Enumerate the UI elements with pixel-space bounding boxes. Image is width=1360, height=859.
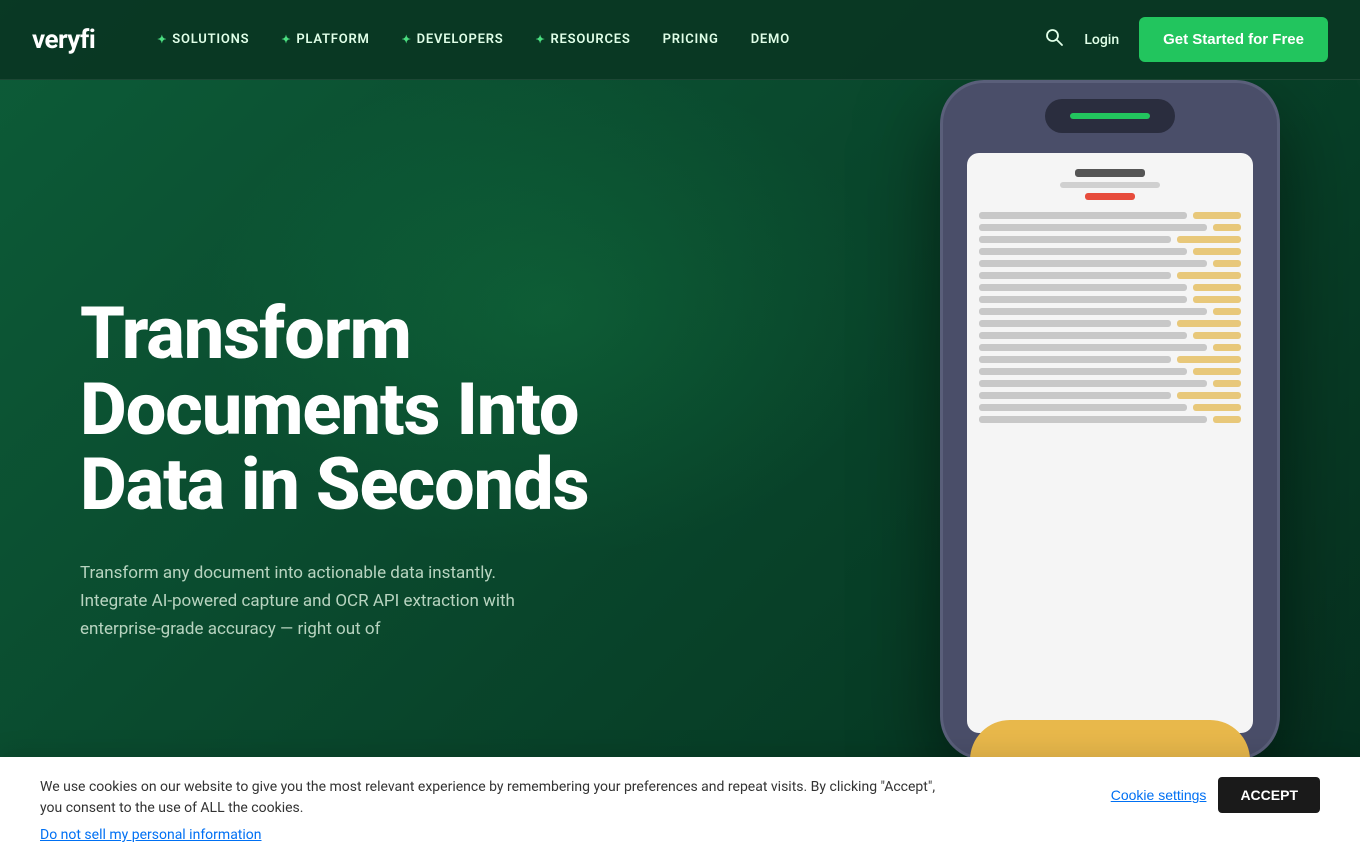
receipt-row — [979, 296, 1241, 303]
nav-item-platform[interactable]: ✦ PLATFORM — [267, 24, 383, 55]
receipt-row — [979, 356, 1241, 363]
receipt-row — [979, 260, 1241, 267]
nav-links: ✦ SOLUTIONS ✦ PLATFORM ✦ DEVELOPERS ✦ RE… — [143, 24, 1044, 55]
receipt-row — [979, 368, 1241, 375]
nav-item-resources[interactable]: ✦ RESOURCES — [522, 24, 645, 55]
logo[interactable]: veryfi — [32, 25, 95, 55]
receipt-row — [979, 248, 1241, 255]
hero-section: Transform Documents Into Data in Seconds… — [0, 0, 1360, 859]
nav-item-developers[interactable]: ✦ DEVELOPERS — [388, 24, 518, 55]
login-button[interactable]: Login — [1084, 32, 1119, 48]
phone-illustration — [940, 80, 1280, 760]
phone-screen — [967, 153, 1253, 733]
receipt-row — [979, 212, 1241, 219]
navbar: veryfi ✦ SOLUTIONS ✦ PLATFORM ✦ DEVELOPE… — [0, 0, 1360, 80]
search-icon[interactable] — [1044, 27, 1064, 52]
receipt-row — [979, 284, 1241, 291]
accept-cookies-button[interactable]: ACCEPT — [1218, 777, 1320, 813]
spark-icon: ✦ — [157, 33, 167, 46]
receipt-row — [979, 332, 1241, 339]
receipt-line — [1060, 182, 1160, 188]
spark-icon-2: ✦ — [281, 33, 291, 46]
get-started-button[interactable]: Get Started for Free — [1139, 17, 1328, 62]
receipt-row — [979, 404, 1241, 411]
hero-content: Transform Documents Into Data in Seconds… — [0, 216, 600, 643]
cookie-banner: We use cookies on our website to give yo… — [0, 757, 1360, 859]
phone-body — [940, 80, 1280, 760]
receipt-row — [979, 380, 1241, 387]
phone-dynamic-island — [1045, 99, 1175, 133]
receipt-row — [979, 392, 1241, 399]
do-not-sell-link[interactable]: Do not sell my personal information — [40, 827, 1320, 843]
receipt-row — [979, 224, 1241, 231]
receipt-row — [979, 344, 1241, 351]
receipt-row — [979, 416, 1241, 423]
receipt-header — [979, 169, 1241, 200]
nav-right: Login Get Started for Free — [1044, 17, 1328, 62]
nav-item-pricing[interactable]: PRICING — [649, 24, 733, 55]
nav-item-solutions[interactable]: ✦ SOLUTIONS — [143, 24, 263, 55]
receipt-row — [979, 308, 1241, 315]
cookie-text: We use cookies on our website to give yo… — [40, 777, 940, 819]
hero-title: Transform Documents Into Data in Seconds — [80, 296, 600, 523]
receipt-row — [979, 236, 1241, 243]
spark-icon-3: ✦ — [402, 33, 412, 46]
cookie-settings-button[interactable]: Cookie settings — [1111, 787, 1207, 803]
hero-description: Transform any document into actionable d… — [80, 559, 560, 643]
receipt-row — [979, 320, 1241, 327]
island-bar — [1070, 113, 1150, 119]
receipt-row — [979, 272, 1241, 279]
cookie-top: We use cookies on our website to give yo… — [40, 777, 1320, 819]
nav-item-demo[interactable]: DEMO — [737, 24, 804, 55]
spark-icon-4: ✦ — [536, 33, 546, 46]
receipt-line-red — [1085, 193, 1135, 200]
receipt-line — [1075, 169, 1145, 177]
cookie-actions: Cookie settings ACCEPT — [1111, 777, 1320, 813]
